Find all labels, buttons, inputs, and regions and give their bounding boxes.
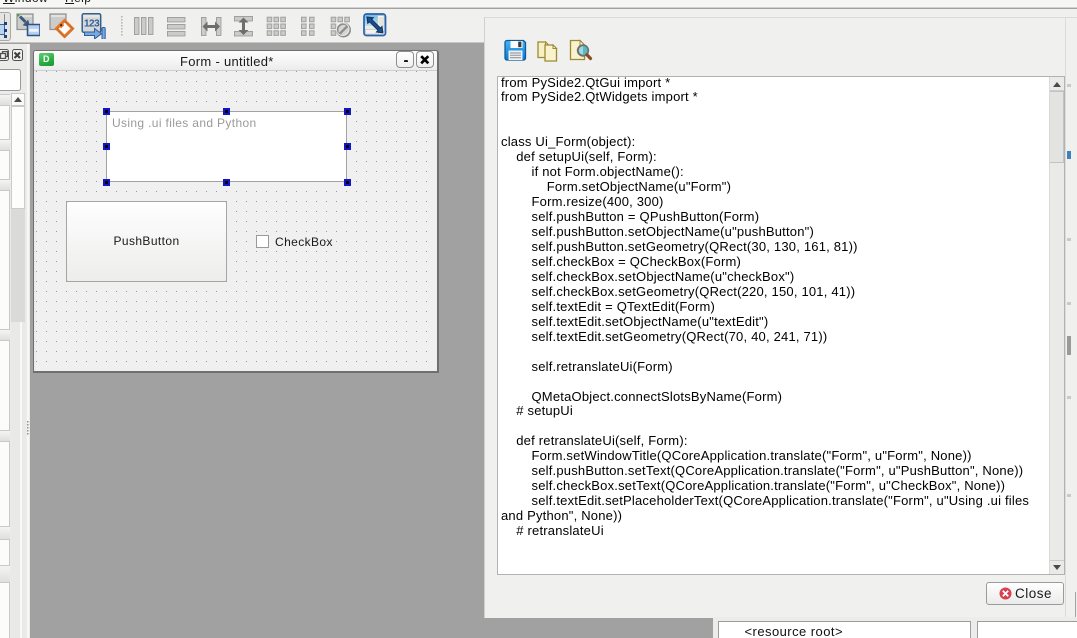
- svg-text:123: 123: [84, 19, 100, 30]
